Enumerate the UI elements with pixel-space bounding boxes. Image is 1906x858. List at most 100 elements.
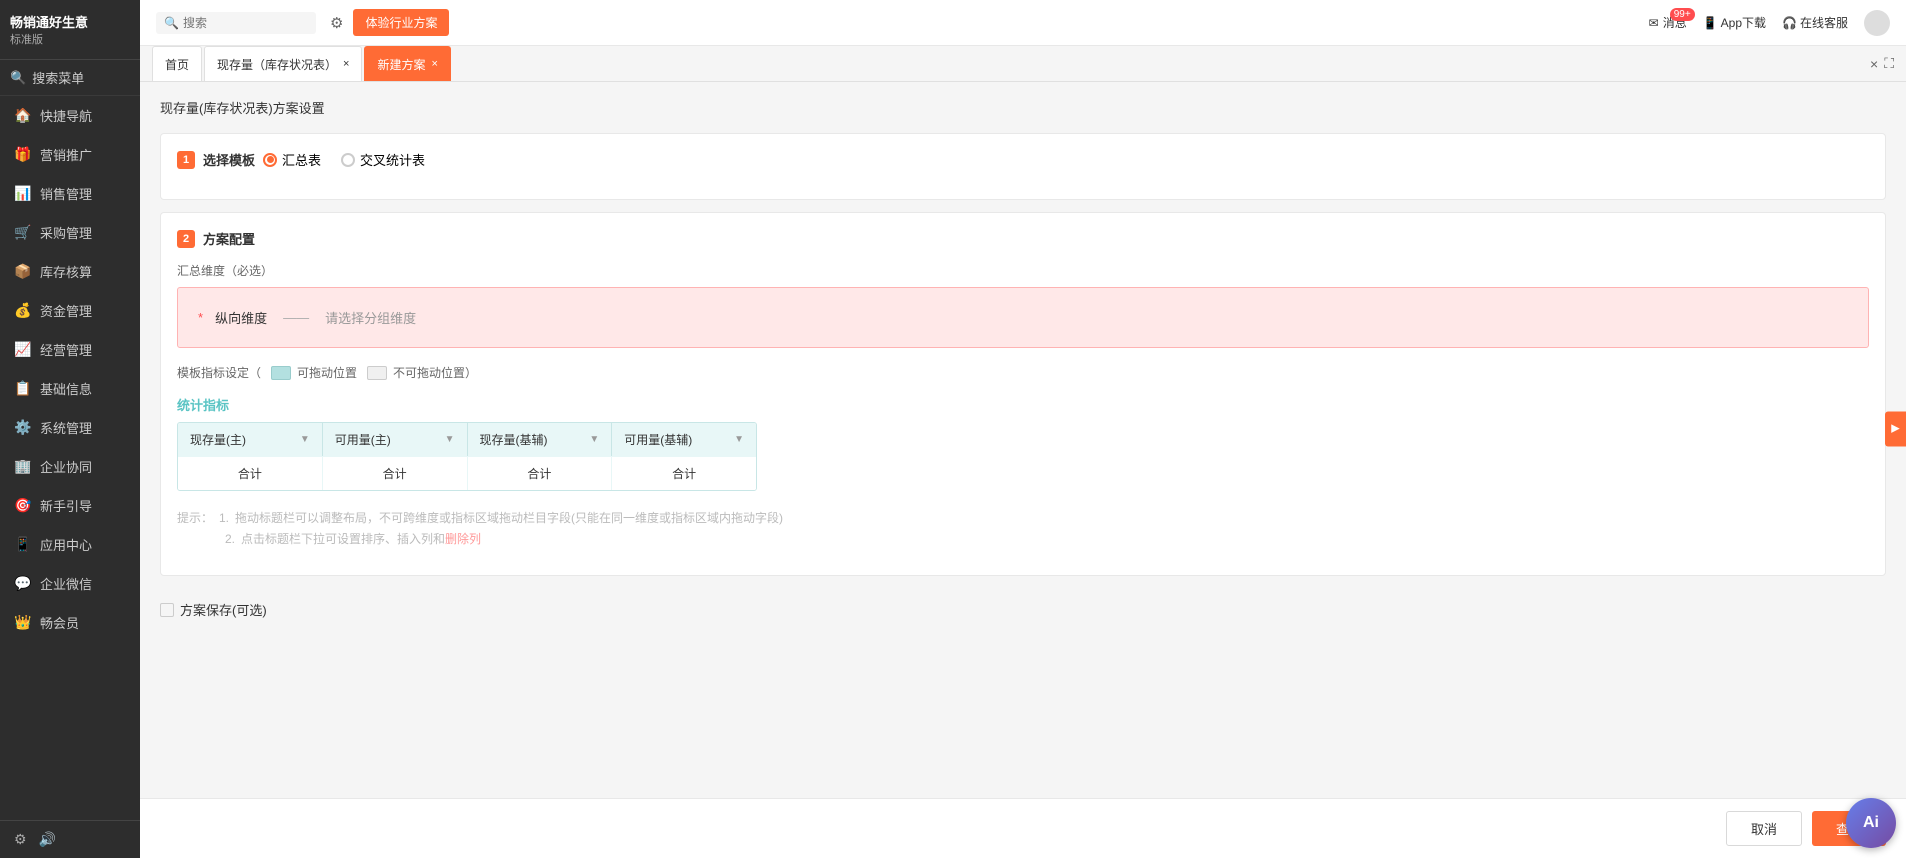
radio-summary[interactable]: 汇总表 bbox=[263, 150, 321, 169]
non-draggable-legend-box bbox=[367, 366, 387, 380]
window-close-button[interactable]: × bbox=[1870, 55, 1878, 72]
tip-1-text: 拖动标题栏可以调整布局，不可跨维度或指标区域拖动栏目字段(只能在同一维度或指标区… bbox=[235, 509, 783, 526]
stats-col-3[interactable]: 现存量(基辅) ▼ bbox=[468, 423, 613, 456]
stats-col-2[interactable]: 可用量(主) ▼ bbox=[323, 423, 468, 456]
member-icon: 👑 bbox=[14, 614, 32, 632]
app-download-label: App下载 bbox=[1721, 14, 1766, 31]
service-label: 在线客服 bbox=[1800, 14, 1848, 31]
page-title: 现存量(库存状况表)方案设置 bbox=[160, 98, 1886, 117]
col-2-label: 可用量(主) bbox=[335, 431, 391, 448]
tab-new-plan[interactable]: 新建方案 × bbox=[364, 46, 450, 81]
sidebar-nav: 🏠 快捷导航 🎁 营销推广 📊 销售管理 🛒 采购管理 📦 库存核算 💰 资金管… bbox=[0, 96, 140, 820]
legend-draggable: 可拖动位置 bbox=[271, 364, 357, 381]
sidebar: 畅销通好生意 标准版 🔍 搜索菜单 🏠 快捷导航 🎁 营销推广 📊 销售管理 🛒… bbox=[0, 0, 140, 858]
sidebar-item-sales[interactable]: 📊 销售管理 bbox=[0, 174, 140, 213]
settings-icon[interactable]: ⚙ bbox=[14, 831, 27, 848]
settings-gear-icon[interactable]: ⚙ bbox=[330, 14, 343, 32]
main-area: 🔍 ⚙ 体验行业方案 ✉ 消息 99+ 📱 App下载 🎧 在线客服 bbox=[140, 0, 1906, 858]
sidebar-item-label: 畅会员 bbox=[40, 613, 79, 632]
radio-summary-label: 汇总表 bbox=[282, 150, 321, 169]
messages-badge: 99+ bbox=[1670, 8, 1695, 21]
dimension-box[interactable]: * 纵向维度 —— 请选择分组维度 bbox=[177, 287, 1869, 348]
sidebar-item-system[interactable]: ⚙️ 系统管理 bbox=[0, 408, 140, 447]
newbie-icon: 🎯 bbox=[14, 497, 32, 515]
cancel-button[interactable]: 取消 bbox=[1726, 811, 1802, 846]
col-2-chevron-icon: ▼ bbox=[445, 434, 455, 445]
stats-cell-3: 合计 bbox=[468, 457, 613, 490]
sidebar-search-label: 搜索菜单 bbox=[32, 68, 84, 87]
indicator-section: 模板指标设定（ 可拖动位置 不可拖动位置） 统计指标 现存量(主) bbox=[177, 364, 1869, 491]
sales-icon: 📊 bbox=[14, 185, 32, 203]
tab-inventory-label: 现存量（库存状况表） bbox=[217, 56, 337, 73]
dimension-dash: —— bbox=[283, 310, 309, 325]
sidebar-item-label: 库存核算 bbox=[40, 262, 92, 281]
step2-badge: 2 bbox=[177, 230, 195, 248]
app-icon: 📱 bbox=[14, 536, 32, 554]
step2-title: 方案配置 bbox=[203, 229, 255, 248]
tab-home[interactable]: 首页 bbox=[152, 46, 202, 81]
topbar-search-box[interactable]: 🔍 bbox=[156, 12, 316, 34]
window-expand-button[interactable]: ⛶ bbox=[1884, 55, 1894, 72]
tab-inventory[interactable]: 现存量（库存状况表） × bbox=[204, 46, 362, 81]
gift-icon: 🎁 bbox=[14, 146, 32, 164]
sidebar-item-label: 采购管理 bbox=[40, 223, 92, 242]
stats-header-row: 现存量(主) ▼ 可用量(主) ▼ 现存量(基辅) ▼ 可用量(基辅) bbox=[178, 423, 756, 456]
sidebar-item-inventory[interactable]: 📦 库存核算 bbox=[0, 252, 140, 291]
topbar-search-input[interactable] bbox=[183, 16, 283, 30]
tip-2-num: 2. bbox=[177, 530, 235, 547]
col-4-chevron-icon: ▼ bbox=[734, 434, 744, 445]
radio-crosstab[interactable]: 交叉统计表 bbox=[341, 150, 425, 169]
stats-col-1[interactable]: 现存量(主) ▼ bbox=[178, 423, 323, 456]
dimension-section: 汇总维度（必选） * 纵向维度 —— 请选择分组维度 bbox=[177, 262, 1869, 348]
messages-button[interactable]: ✉ 消息 99+ bbox=[1649, 14, 1687, 31]
headset-icon: 🎧 bbox=[1782, 16, 1797, 30]
tab-new-plan-close-icon[interactable]: × bbox=[431, 58, 437, 70]
trial-button[interactable]: 体验行业方案 bbox=[353, 9, 449, 36]
sidebar-search[interactable]: 🔍 搜索菜单 bbox=[0, 60, 140, 96]
stats-cell-1: 合计 bbox=[178, 457, 323, 490]
step1-badge: 1 bbox=[177, 151, 195, 169]
user-avatar[interactable] bbox=[1864, 10, 1890, 36]
sidebar-item-operations[interactable]: 📈 经营管理 bbox=[0, 330, 140, 369]
sidebar-item-enterprise[interactable]: 🏢 企业协同 bbox=[0, 447, 140, 486]
sidebar-item-label: 基础信息 bbox=[40, 379, 92, 398]
sidebar-item-finance[interactable]: 💰 资金管理 bbox=[0, 291, 140, 330]
col-4-label: 可用量(基辅) bbox=[624, 431, 692, 448]
app-download-button[interactable]: 📱 App下载 bbox=[1703, 14, 1766, 31]
sound-icon[interactable]: 🔊 bbox=[39, 831, 56, 848]
sidebar-item-member[interactable]: 👑 畅会员 bbox=[0, 603, 140, 642]
legend-non-draggable-label: 不可拖动位置） bbox=[393, 364, 477, 381]
ai-button[interactable]: Ai bbox=[1846, 798, 1896, 848]
tab-inventory-close-icon[interactable]: × bbox=[343, 58, 349, 70]
topbar-search-icon: 🔍 bbox=[164, 16, 179, 30]
col-1-label: 现存量(主) bbox=[190, 431, 246, 448]
sidebar-item-marketing[interactable]: 🎁 营销推广 bbox=[0, 135, 140, 174]
app-title: 畅销通好生意 bbox=[10, 12, 130, 31]
tips-section: 提示： 1. 拖动标题栏可以调整布局，不可跨维度或指标区域拖动栏目字段(只能在同… bbox=[177, 501, 1869, 559]
sidebar-item-app-center[interactable]: 📱 应用中心 bbox=[0, 525, 140, 564]
right-edge-tab[interactable]: ▶ bbox=[1885, 412, 1906, 447]
topbar-right: ✉ 消息 99+ 📱 App下载 🎧 在线客服 bbox=[1649, 10, 1890, 36]
template-radio-group: 汇总表 交叉统计表 bbox=[263, 150, 425, 169]
tab-new-plan-label: 新建方案 bbox=[377, 56, 425, 73]
sidebar-item-label: 系统管理 bbox=[40, 418, 92, 437]
sidebar-item-label: 经营管理 bbox=[40, 340, 92, 359]
sidebar-item-basics[interactable]: 📋 基础信息 bbox=[0, 369, 140, 408]
tab-bar: 首页 现存量（库存状况表） × 新建方案 × × ⛶ bbox=[140, 46, 1906, 82]
radio-summary-circle bbox=[263, 153, 277, 167]
legend-non-draggable: 不可拖动位置） bbox=[367, 364, 477, 381]
sidebar-item-quick-nav[interactable]: 🏠 快捷导航 bbox=[0, 96, 140, 135]
indicator-setting-label: 模板指标设定（ bbox=[177, 364, 261, 381]
sidebar-item-purchase[interactable]: 🛒 采购管理 bbox=[0, 213, 140, 252]
sidebar-item-label: 新手引导 bbox=[40, 496, 92, 515]
sidebar-item-label: 快捷导航 bbox=[40, 106, 92, 125]
step1-title: 选择模板 bbox=[203, 150, 255, 169]
online-service-button[interactable]: 🎧 在线客服 bbox=[1782, 14, 1848, 31]
stats-col-4[interactable]: 可用量(基辅) ▼ bbox=[612, 423, 756, 456]
inventory-icon: 📦 bbox=[14, 263, 32, 281]
save-checkbox[interactable] bbox=[160, 603, 174, 617]
tab-window-controls: × ⛶ bbox=[1870, 55, 1894, 72]
sidebar-item-newbie[interactable]: 🎯 新手引导 bbox=[0, 486, 140, 525]
sidebar-item-wechat[interactable]: 💬 企业微信 bbox=[0, 564, 140, 603]
legend-draggable-label: 可拖动位置 bbox=[297, 364, 357, 381]
